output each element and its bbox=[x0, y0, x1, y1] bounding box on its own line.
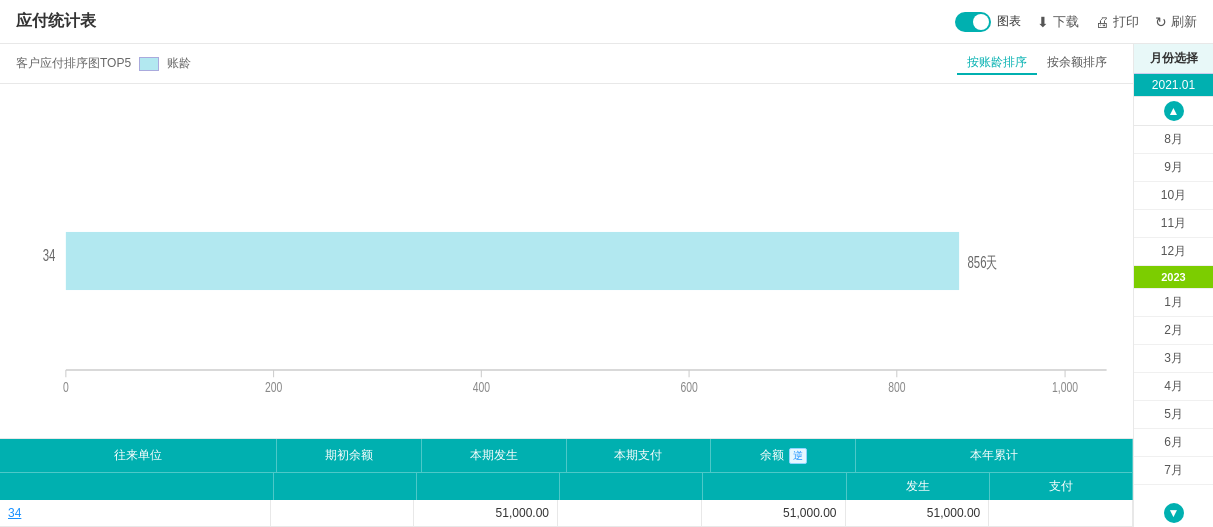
month-8[interactable]: 8月 bbox=[1134, 126, 1213, 154]
month-11[interactable]: 11月 bbox=[1134, 210, 1213, 238]
col-balance-header: 余额 逆 bbox=[711, 439, 856, 472]
current-occur-cell: 51,000.00 bbox=[414, 500, 558, 526]
col-ytd-header: 本年累计 bbox=[856, 439, 1133, 472]
refresh-label: 刷新 bbox=[1171, 13, 1197, 31]
sidebar-nav-up[interactable]: ▲ bbox=[1134, 97, 1213, 126]
col-current-occur-header: 本期发生 bbox=[422, 439, 567, 472]
ytd-pay-cell bbox=[989, 500, 1133, 526]
month-6[interactable]: 6月 bbox=[1134, 429, 1213, 457]
table-section: 往来单位 期初余额 本期发生 本期支付 余额 逆 本年累计 bbox=[0, 438, 1133, 527]
opening-cell bbox=[271, 500, 415, 526]
col-ytd-occur-subheader: 发生 bbox=[847, 473, 990, 500]
chart-legend-label: 客户应付排序图TOP5 bbox=[16, 55, 131, 72]
col-unit-subheader bbox=[0, 473, 274, 500]
header-actions: 图表 ⬇ 下载 🖨 打印 ↻ 刷新 bbox=[955, 12, 1197, 32]
sidebar-year-input[interactable]: 2021.01 bbox=[1134, 74, 1213, 97]
table-header-row: 往来单位 期初余额 本期发生 本期支付 余额 逆 本年累计 bbox=[0, 439, 1133, 472]
chart-sort-buttons: 按账龄排序 按余额排序 bbox=[957, 52, 1117, 75]
print-icon: 🖨 bbox=[1095, 14, 1109, 30]
svg-text:400: 400 bbox=[473, 379, 490, 395]
col-current-pay-subheader bbox=[560, 473, 703, 500]
col-current-occur-subheader bbox=[417, 473, 560, 500]
download-label: 下载 bbox=[1053, 13, 1079, 31]
svg-text:856天: 856天 bbox=[967, 253, 998, 271]
nav-arrow-down[interactable]: ▼ bbox=[1164, 503, 1184, 523]
col-opening-subheader bbox=[274, 473, 417, 500]
month-12[interactable]: 12月 bbox=[1134, 238, 1213, 266]
chart-toggle[interactable] bbox=[955, 12, 991, 32]
sidebar-nav-down[interactable]: ▼ bbox=[1134, 499, 1213, 527]
table-row: 34 51,000.00 51,000.00 51,000.00 bbox=[0, 500, 1133, 527]
svg-text:1,000: 1,000 bbox=[1052, 379, 1078, 395]
month-1[interactable]: 1月 bbox=[1134, 289, 1213, 317]
nav-arrow-up[interactable]: ▲ bbox=[1164, 101, 1184, 121]
ytd-occur-cell: 51,000.00 bbox=[846, 500, 990, 526]
chart-area: 34 856天 0 200 400 600 bbox=[0, 84, 1133, 438]
month-2[interactable]: 2月 bbox=[1134, 317, 1213, 345]
col-opening-header: 期初余额 bbox=[277, 439, 422, 472]
month-sidebar: 月份选择 2021.01 ▲ 8月 9月 10月 11月 12月 2023 1月… bbox=[1133, 44, 1213, 527]
balance-badge: 逆 bbox=[789, 448, 807, 464]
svg-text:34: 34 bbox=[43, 246, 56, 264]
legend-box bbox=[139, 57, 159, 71]
sort-by-balance-button[interactable]: 按账龄排序 bbox=[957, 52, 1037, 75]
sidebar-months-list: 8月 9月 10月 11月 12月 2023 1月 2月 3月 4月 5月 6月… bbox=[1134, 126, 1213, 499]
page-title: 应付统计表 bbox=[16, 11, 96, 32]
toggle-circle bbox=[973, 14, 989, 30]
chart-header: 客户应付排序图TOP5 账龄 按账龄排序 按余额排序 bbox=[0, 44, 1133, 84]
year-2023-label: 2023 bbox=[1134, 266, 1213, 289]
svg-rect-1 bbox=[66, 232, 959, 290]
col-ytd-pay-subheader: 支付 bbox=[990, 473, 1133, 500]
table-sub-header: 发生 支付 bbox=[0, 472, 1133, 500]
svg-text:800: 800 bbox=[888, 379, 905, 395]
bar-chart: 34 856天 0 200 400 600 bbox=[16, 94, 1117, 428]
month-3[interactable]: 3月 bbox=[1134, 345, 1213, 373]
download-button[interactable]: ⬇ 下载 bbox=[1037, 13, 1079, 31]
print-button[interactable]: 🖨 打印 bbox=[1095, 13, 1139, 31]
sort-by-amount-button[interactable]: 按余额排序 bbox=[1037, 52, 1117, 75]
chart-toggle-label: 图表 bbox=[997, 13, 1021, 30]
month-5[interactable]: 5月 bbox=[1134, 401, 1213, 429]
refresh-icon: ↻ bbox=[1155, 14, 1167, 30]
col-balance-subheader bbox=[703, 473, 846, 500]
col-unit-header: 往来单位 bbox=[0, 439, 277, 472]
month-4[interactable]: 4月 bbox=[1134, 373, 1213, 401]
chart-legend: 客户应付排序图TOP5 账龄 bbox=[16, 55, 191, 72]
svg-text:0: 0 bbox=[63, 379, 69, 395]
download-icon: ⬇ bbox=[1037, 14, 1049, 30]
refresh-button[interactable]: ↻ 刷新 bbox=[1155, 13, 1197, 31]
month-7[interactable]: 7月 bbox=[1134, 457, 1213, 485]
unit-link[interactable]: 34 bbox=[8, 506, 21, 520]
sidebar-header: 月份选择 bbox=[1134, 44, 1213, 74]
print-label: 打印 bbox=[1113, 13, 1139, 31]
svg-text:600: 600 bbox=[680, 379, 697, 395]
legend-box-label: 账龄 bbox=[167, 55, 191, 72]
chart-toggle-wrap[interactable]: 图表 bbox=[955, 12, 1021, 32]
current-pay-cell bbox=[558, 500, 702, 526]
col-current-pay-header: 本期支付 bbox=[567, 439, 712, 472]
svg-text:200: 200 bbox=[265, 379, 282, 395]
balance-cell: 51,000.00 bbox=[702, 500, 846, 526]
month-9[interactable]: 9月 bbox=[1134, 154, 1213, 182]
month-10[interactable]: 10月 bbox=[1134, 182, 1213, 210]
unit-cell: 34 bbox=[0, 500, 271, 526]
